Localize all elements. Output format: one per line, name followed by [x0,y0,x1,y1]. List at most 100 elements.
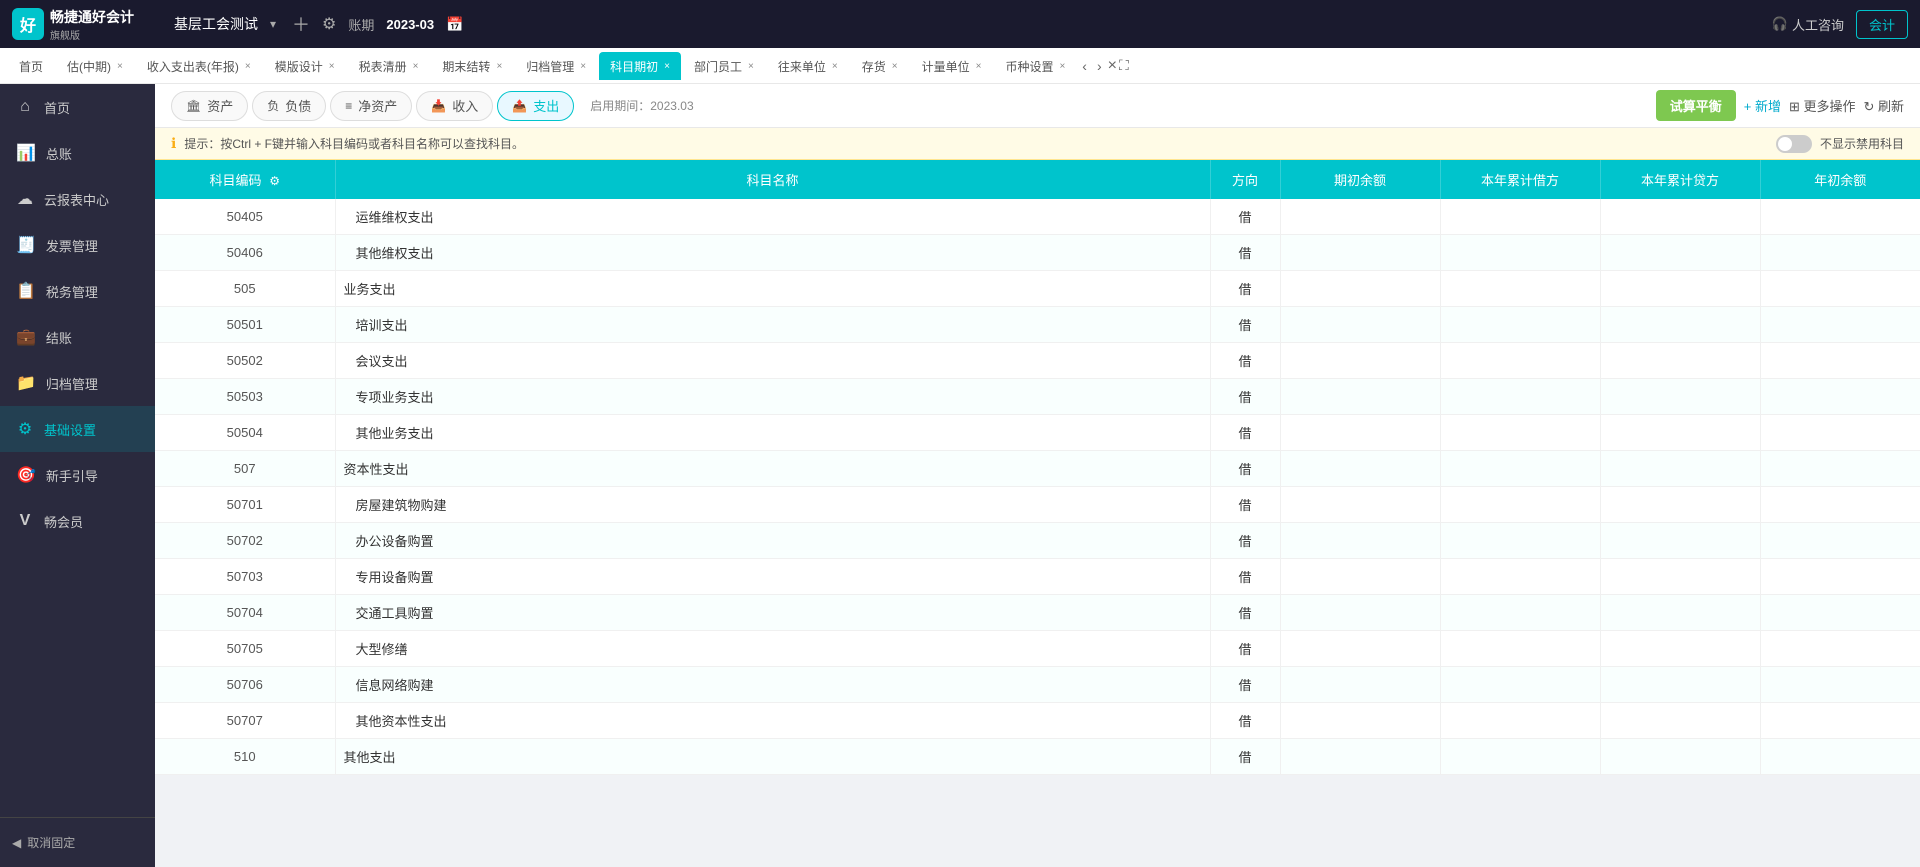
tab-close-all-button[interactable]: × [1108,57,1117,75]
tab-template[interactable]: 模版设计 × [264,52,346,80]
cell-opening-balance [1280,667,1440,703]
cell-ytd-debit [1440,271,1600,307]
refresh-button[interactable]: ↻ 刷新 [1863,96,1904,115]
calendar-icon[interactable]: 📅 [446,16,463,33]
tab-transaction-unit[interactable]: 往来单位 × [767,52,849,80]
tab-department[interactable]: 部门员工 × [683,52,765,80]
tab-close-icon[interactable]: × [580,61,586,72]
disable-toggle[interactable] [1776,135,1812,153]
tab-close-icon[interactable]: × [1059,61,1065,72]
sub-tab-expenditure[interactable]: 📤 支出 [497,91,574,121]
sidebar-item-close-accounts[interactable]: 💼 结账 [0,314,155,360]
table-row[interactable]: 50703 专用设备购置 借 [155,559,1920,595]
sidebar-label-reports: 云报表中心 [44,190,109,209]
table-row[interactable]: 50501 培训支出 借 [155,307,1920,343]
table-row[interactable]: 50705 大型修缮 借 [155,631,1920,667]
period-label: 账期 [348,15,374,34]
help-button[interactable]: 🎧 人工咨询 [1772,15,1844,34]
tab-fullscreen-button[interactable]: ⛶ [1119,57,1129,74]
more-actions-button[interactable]: ⊞ 更多操作 [1789,96,1856,115]
tab-homepage[interactable]: 首页 [8,52,54,80]
cell-ytd-credit [1600,595,1760,631]
table-scroll[interactable]: 科目编码 ⚙ 科目名称 方向 期初余额 本年累计借方 本年累计贷方 年初余额 [155,160,1920,867]
tab-close-icon[interactable]: × [832,61,838,72]
sidebar-item-archive[interactable]: 📁 归档管理 [0,360,155,406]
tab-estimate[interactable]: 估(中期) × [56,52,134,80]
tab-tax-table[interactable]: 税表清册 × [348,52,430,80]
sidebar-item-tax[interactable]: 📋 税务管理 [0,268,155,314]
table-row[interactable]: 50405 运维维权支出 借 [155,199,1920,235]
cell-direction: 借 [1210,667,1280,703]
tab-close-icon[interactable]: × [664,61,670,72]
table-row[interactable]: 50706 信息网络购建 借 [155,667,1920,703]
table-row[interactable]: 50503 专项业务支出 借 [155,379,1920,415]
cell-opening-balance [1280,235,1440,271]
cell-opening-balance [1280,523,1440,559]
settings-icon[interactable]: ⚙ [322,14,336,34]
sub-tab-assets[interactable]: 🏛 资产 [171,91,248,121]
sidebar-item-basic-settings[interactable]: ⚙ 基础设置 [0,406,155,452]
tab-close-icon[interactable]: × [413,61,419,72]
cell-year-begin [1760,595,1920,631]
tab-prev-button[interactable]: ‹ [1078,58,1091,74]
sub-tab-liabilities[interactable]: 负 负债 [252,91,326,121]
tab-label: 存货 [862,58,886,75]
tab-inventory[interactable]: 存货 × [851,52,909,80]
sidebar-item-member[interactable]: V 畅会员 [0,498,155,544]
cell-direction: 借 [1210,451,1280,487]
tab-income-report[interactable]: 收入支出表(年报) × [136,52,262,80]
tab-close-icon[interactable]: × [748,61,754,72]
table-row[interactable]: 50406 其他维权支出 借 [155,235,1920,271]
column-settings-icon[interactable]: ⚙ [269,174,280,188]
tab-measure-unit[interactable]: 计量单位 × [911,52,993,80]
cell-opening-balance [1280,631,1440,667]
cell-opening-balance [1280,379,1440,415]
calculate-balance-button[interactable]: 试算平衡 [1656,90,1736,121]
tab-next-button[interactable]: › [1093,58,1106,74]
table-row[interactable]: 505 业务支出 借 [155,271,1920,307]
tab-period-transfer[interactable]: 期末结转 × [431,52,513,80]
sidebar-item-invoice[interactable]: 🧾 发票管理 [0,222,155,268]
tab-currency[interactable]: 币种设置 × [994,52,1076,80]
table-row[interactable]: 50704 交通工具购置 借 [155,595,1920,631]
table-row[interactable]: 50502 会议支出 借 [155,343,1920,379]
cell-code: 50704 [155,595,335,631]
company-name[interactable]: 基层工会测试 [174,14,258,34]
add-subject-button[interactable]: + 新增 [1744,96,1781,115]
cell-ytd-credit [1600,235,1760,271]
col-header-year-begin: 年初余额 [1760,160,1920,199]
cell-opening-balance [1280,559,1440,595]
tab-close-icon[interactable]: × [117,61,123,72]
table-row[interactable]: 50701 房屋建筑物购建 借 [155,487,1920,523]
add-company-button[interactable]: ＋ [292,11,310,37]
tab-close-icon[interactable]: × [496,61,502,72]
accounting-button[interactable]: 会计 [1856,10,1908,39]
cell-ytd-debit [1440,235,1600,271]
tab-label: 科目期初 [610,58,658,75]
sub-tab-net-assets[interactable]: ≡ 净资产 [330,91,412,121]
sidebar-item-ledger[interactable]: 📊 总账 [0,130,155,176]
cell-direction: 借 [1210,559,1280,595]
sub-tab-income[interactable]: 📥 收入 [416,91,493,121]
collapse-sidebar-button[interactable]: ◀ 取消固定 [12,830,143,855]
sidebar-item-home[interactable]: ⌂ 首页 [0,84,155,130]
table-row[interactable]: 507 资本性支出 借 [155,451,1920,487]
tab-close-icon[interactable]: × [892,61,898,72]
company-dropdown-icon[interactable]: ▾ [270,17,276,31]
sidebar-item-reports[interactable]: ☁ 云报表中心 [0,176,155,222]
tab-close-icon[interactable]: × [976,61,982,72]
top-header: 好 畅捷通好会计 旗舰版 基层工会测试 ▾ ＋ ⚙ 账期 2023-03 📅 🎧… [0,0,1920,48]
sub-tab-label: 资产 [207,96,233,115]
cell-opening-balance [1280,271,1440,307]
app-edition: 旗舰版 [50,27,134,42]
table-row[interactable]: 50702 办公设备购置 借 [155,523,1920,559]
table-row[interactable]: 50504 其他业务支出 借 [155,415,1920,451]
tab-archive[interactable]: 归档管理 × [515,52,597,80]
sidebar-bottom: ◀ 取消固定 [0,817,155,867]
tab-close-icon[interactable]: × [245,61,251,72]
table-row[interactable]: 50707 其他资本性支出 借 [155,703,1920,739]
table-row[interactable]: 510 其他支出 借 [155,739,1920,775]
tab-close-icon[interactable]: × [329,61,335,72]
sidebar-item-guide[interactable]: 🎯 新手引导 [0,452,155,498]
tab-subject-init[interactable]: 科目期初 × [599,52,681,80]
